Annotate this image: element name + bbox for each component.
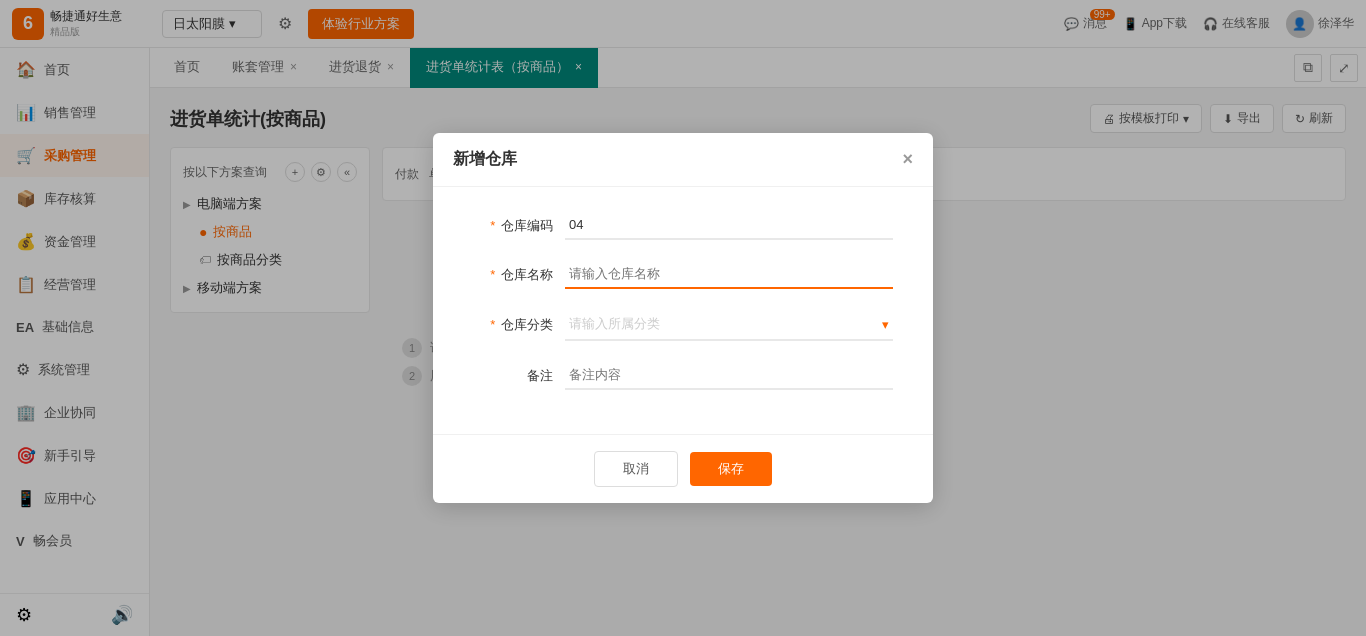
remark-label: 备注 [473,367,553,385]
modal-footer: 取消 保存 [433,434,933,503]
required-mark-code: * [490,218,495,233]
code-input[interactable] [565,211,893,240]
form-row-remark: 备注 [473,361,893,390]
name-input[interactable] [565,260,893,289]
category-dropdown-icon: ▾ [882,317,889,332]
modal-close-button[interactable]: × [902,149,913,170]
modal-title: 新增仓库 [453,149,517,170]
form-row-code: * 仓库编码 [473,211,893,240]
required-mark-category: * [490,317,495,332]
code-label: * 仓库编码 [473,217,553,235]
required-mark-name: * [490,267,495,282]
modal-body: * 仓库编码 * 仓库名称 * 仓库分类 请输入所属 [433,187,933,434]
name-label: * 仓库名称 [473,266,553,284]
form-row-category: * 仓库分类 请输入所属分类 ▾ [473,309,893,341]
save-button[interactable]: 保存 [690,452,772,486]
remark-input[interactable] [565,361,893,390]
cancel-button[interactable]: 取消 [594,451,678,487]
category-label: * 仓库分类 [473,316,553,334]
add-warehouse-modal: 新增仓库 × * 仓库编码 * 仓库名称 [433,133,933,503]
form-row-name: * 仓库名称 [473,260,893,289]
category-select[interactable]: 请输入所属分类 ▾ [565,309,893,341]
modal-overlay[interactable]: 新增仓库 × * 仓库编码 * 仓库名称 [0,0,1366,636]
modal-header: 新增仓库 × [433,133,933,187]
